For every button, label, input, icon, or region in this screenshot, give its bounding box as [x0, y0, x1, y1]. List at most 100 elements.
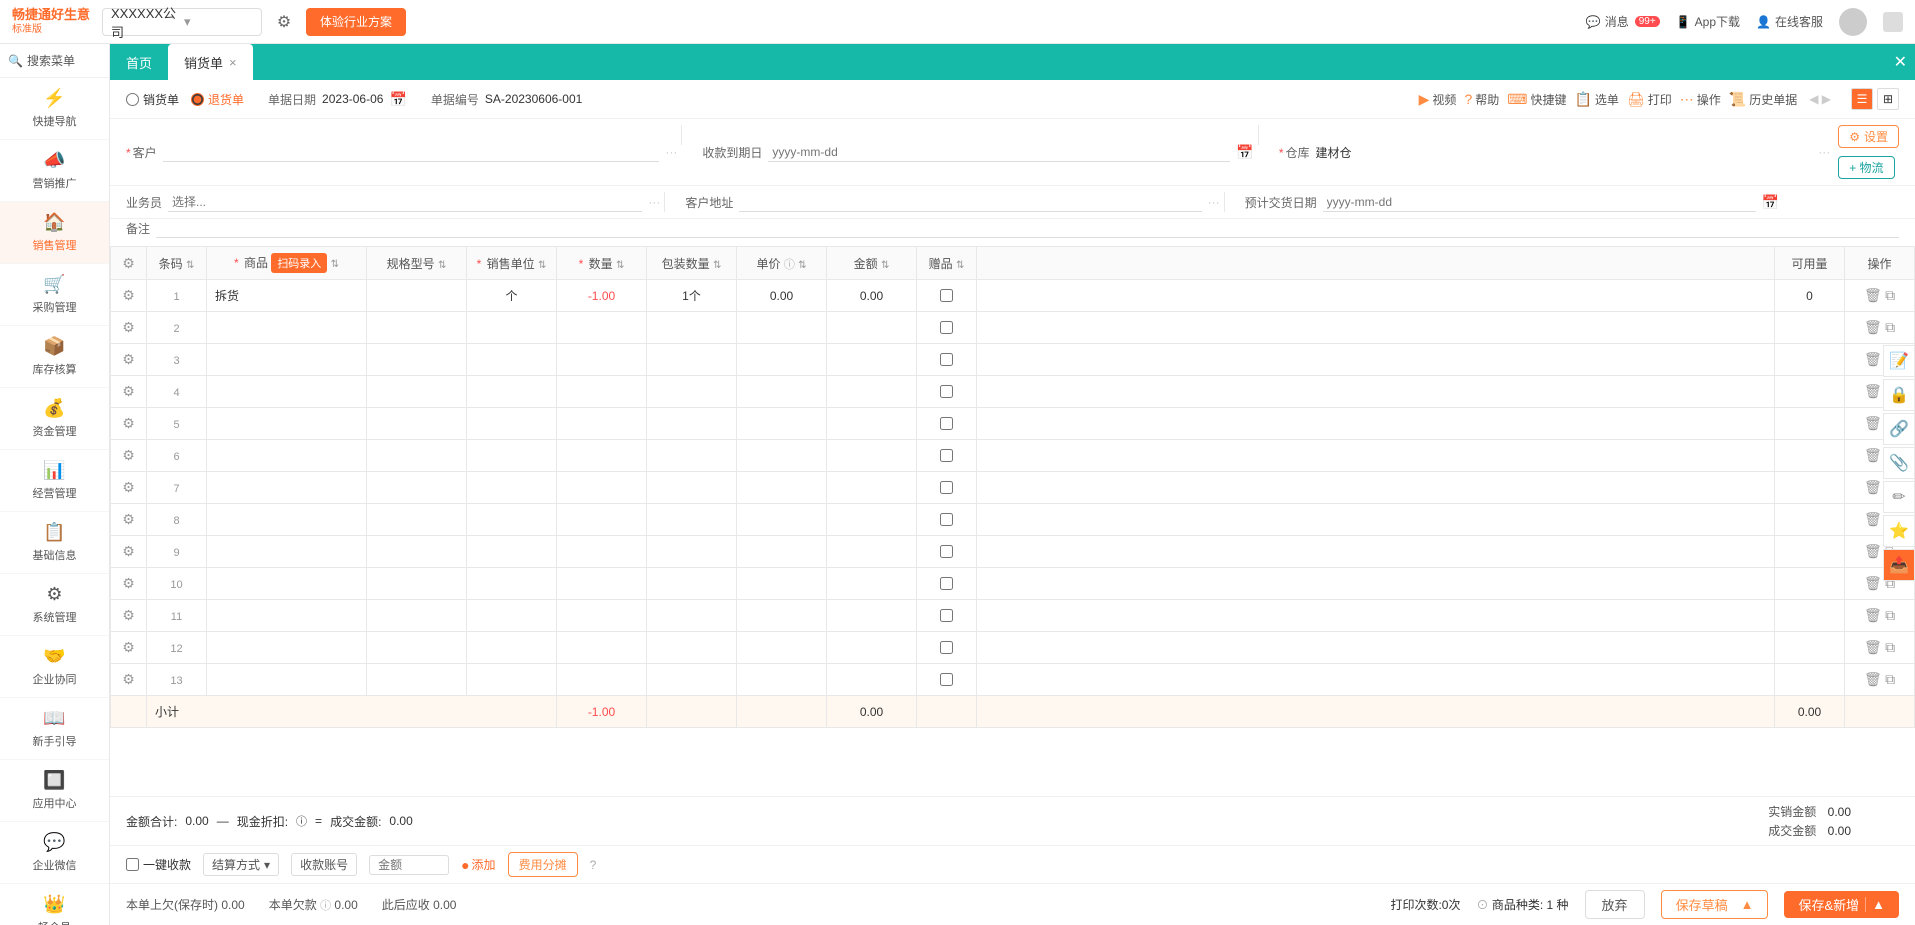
- row-unit-price-cell[interactable]: [737, 376, 827, 408]
- row-barcode-cell[interactable]: 2: [147, 312, 207, 344]
- action-button[interactable]: ⋯ 操作: [1680, 91, 1721, 108]
- row-gift-cell[interactable]: [917, 536, 977, 568]
- row-amount-cell[interactable]: [827, 472, 917, 504]
- row-gift-cell[interactable]: [917, 600, 977, 632]
- row-gift-cell[interactable]: [917, 376, 977, 408]
- row-pkg-qty-cell[interactable]: [647, 440, 737, 472]
- row-unit-cell[interactable]: [467, 632, 557, 664]
- scan-barcode-button[interactable]: 扫码录入: [271, 253, 327, 273]
- row-gear-icon[interactable]: ⚙: [122, 543, 135, 559]
- row-spec-cell[interactable]: [367, 504, 467, 536]
- row-spec-cell[interactable]: [367, 376, 467, 408]
- sidebar-item-appstore[interactable]: 🔲 应用中心: [0, 760, 109, 822]
- row-gift-cell[interactable]: [917, 664, 977, 696]
- row-barcode-cell[interactable]: 9: [147, 536, 207, 568]
- row-pkg-qty-cell[interactable]: [647, 472, 737, 504]
- unit-sort-icon[interactable]: ⇅: [538, 260, 546, 271]
- copy-row-icon[interactable]: ⧉: [1885, 607, 1895, 623]
- row-qty-cell[interactable]: [557, 440, 647, 472]
- row-barcode-cell[interactable]: 8: [147, 504, 207, 536]
- row-product-cell[interactable]: 拆货: [207, 280, 367, 312]
- row-amount-cell[interactable]: [827, 312, 917, 344]
- amount-input[interactable]: [369, 855, 449, 875]
- sidebar-item-weixin[interactable]: 💬 企业微信: [0, 822, 109, 884]
- row-gear-icon[interactable]: ⚙: [122, 511, 135, 527]
- choose-button[interactable]: 📋 选单: [1574, 91, 1618, 108]
- row-amount-cell[interactable]: [827, 664, 917, 696]
- right-icon-3[interactable]: 🔗: [1883, 413, 1915, 445]
- row-unit-price-cell[interactable]: [737, 600, 827, 632]
- row-pkg-qty-cell[interactable]: [647, 312, 737, 344]
- avatar[interactable]: [1839, 8, 1867, 36]
- row-unit-price-cell[interactable]: [737, 472, 827, 504]
- list-view-button[interactable]: ☰: [1851, 88, 1873, 110]
- barcode-sort-icon[interactable]: ⇅: [186, 260, 194, 271]
- row-gear-icon[interactable]: ⚙: [122, 607, 135, 623]
- row-qty-cell[interactable]: -1.00: [557, 280, 647, 312]
- gift-sort-icon[interactable]: ⇅: [956, 260, 964, 271]
- row-pkg-qty-cell[interactable]: [647, 536, 737, 568]
- try-industry-button[interactable]: 体验行业方案: [306, 8, 406, 36]
- row-gift-cell[interactable]: [917, 632, 977, 664]
- sidebar-search[interactable]: 🔍 搜索菜单: [0, 44, 109, 78]
- sidebar-item-marketing[interactable]: 📣 营销推广: [0, 140, 109, 202]
- tab-sale-order[interactable]: 销货单 ×: [168, 44, 253, 80]
- row-unit-price-cell[interactable]: [737, 632, 827, 664]
- row-qty-cell[interactable]: [557, 312, 647, 344]
- row-spec-cell[interactable]: [367, 408, 467, 440]
- row-gift-cell[interactable]: [917, 440, 977, 472]
- sidebar-item-sales[interactable]: 🏠 销售管理: [0, 202, 109, 264]
- row-amount-cell[interactable]: [827, 376, 917, 408]
- date-calendar-icon[interactable]: 📅: [389, 91, 406, 108]
- close-all-tabs-button[interactable]: ✕: [1894, 52, 1907, 72]
- row-product-cell[interactable]: [207, 536, 367, 568]
- delete-row-icon[interactable]: 🗑: [1864, 543, 1882, 559]
- sidebar-item-enterprise[interactable]: 🤝 企业协同: [0, 636, 109, 698]
- row-unit-cell[interactable]: [467, 440, 557, 472]
- row-unit-price-cell[interactable]: [737, 664, 827, 696]
- row-gear-icon[interactable]: ⚙: [122, 479, 135, 495]
- sidebar-item-purchase[interactable]: 🛒 采购管理: [0, 264, 109, 326]
- save-new-button[interactable]: 保存&新增 ▲: [1784, 891, 1899, 918]
- row-barcode-cell[interactable]: 6: [147, 440, 207, 472]
- row-barcode-cell[interactable]: 12: [147, 632, 207, 664]
- avatar-2[interactable]: [1883, 12, 1903, 32]
- delete-row-icon[interactable]: 🗑: [1864, 511, 1882, 527]
- right-icon-6[interactable]: ⭐: [1883, 515, 1915, 547]
- row-gear-icon[interactable]: ⚙: [122, 383, 135, 399]
- online-service-button[interactable]: 👤 在线客服: [1756, 13, 1823, 30]
- row-qty-cell[interactable]: [557, 344, 647, 376]
- abandon-button[interactable]: 放弃: [1585, 890, 1645, 919]
- row-pkg-qty-cell[interactable]: [647, 568, 737, 600]
- row-product-cell[interactable]: [207, 568, 367, 600]
- row-pkg-qty-cell[interactable]: [647, 344, 737, 376]
- row-unit-cell[interactable]: [467, 472, 557, 504]
- delete-row-icon[interactable]: 🗑: [1864, 671, 1882, 687]
- row-unit-price-cell[interactable]: [737, 408, 827, 440]
- overdue-info-icon[interactable]: ⓘ: [320, 900, 331, 912]
- tab-home[interactable]: 首页: [110, 44, 168, 80]
- row-qty-cell[interactable]: [557, 664, 647, 696]
- sidebar-item-member[interactable]: 👑 畅会员: [0, 884, 109, 925]
- row-gift-cell[interactable]: [917, 408, 977, 440]
- row-product-cell[interactable]: [207, 408, 367, 440]
- sidebar-item-system[interactable]: ⚙ 系统管理: [0, 574, 109, 636]
- copy-row-icon[interactable]: ⧉: [1885, 671, 1895, 687]
- settings-button[interactable]: ⚙ 设置: [1838, 125, 1899, 148]
- right-icon-2[interactable]: 🔒: [1883, 379, 1915, 411]
- row-spec-cell[interactable]: [367, 536, 467, 568]
- delete-row-icon[interactable]: 🗑: [1864, 479, 1882, 495]
- right-icon-5[interactable]: ✏: [1883, 481, 1915, 513]
- shortcut-button[interactable]: ⌨ 快捷键: [1507, 91, 1566, 108]
- row-pkg-qty-cell[interactable]: [647, 664, 737, 696]
- addr-more-icon[interactable]: ···: [1208, 195, 1220, 209]
- row-spec-cell[interactable]: [367, 664, 467, 696]
- sidebar-item-base[interactable]: 📋 基础信息: [0, 512, 109, 574]
- row-unit-price-cell[interactable]: [737, 344, 827, 376]
- row-barcode-cell[interactable]: 13: [147, 664, 207, 696]
- copy-row-icon[interactable]: ⧉: [1885, 287, 1895, 303]
- row-gift-cell[interactable]: [917, 504, 977, 536]
- message-button[interactable]: 💬 消息 99+: [1586, 13, 1660, 30]
- customer-addr-input[interactable]: [739, 193, 1201, 212]
- row-qty-cell[interactable]: [557, 568, 647, 600]
